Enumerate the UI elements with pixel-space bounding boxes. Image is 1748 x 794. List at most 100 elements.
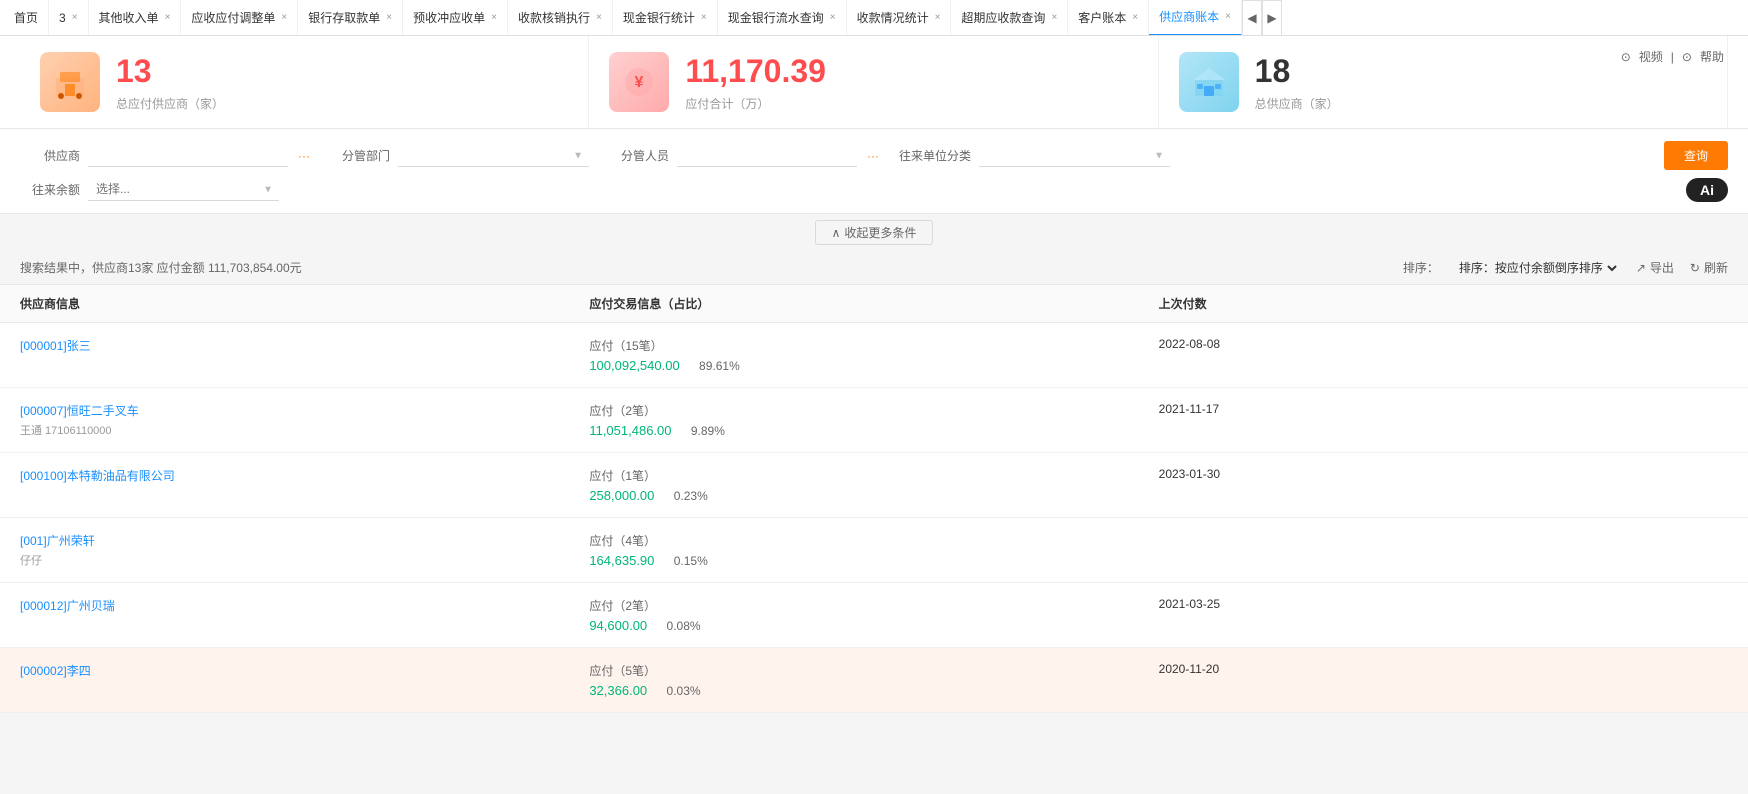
nav-label-other-income: 其他收入单	[99, 9, 159, 26]
divider: |	[1671, 50, 1674, 64]
nav-item-verify[interactable]: 收款核销执行 ×	[508, 0, 613, 36]
table-row[interactable]: [000007]恒旺二手叉车 王通 17106110000 应付（2笔） 11,…	[0, 388, 1748, 453]
nav-label-cash-flow: 现金银行流水查询	[728, 9, 824, 26]
close-icon-other-income[interactable]: ×	[165, 12, 171, 23]
close-icon-supplier-book[interactable]: ×	[1225, 11, 1231, 22]
nav-item-cash-flow[interactable]: 现金银行流水查询 ×	[718, 0, 847, 36]
percent-1: 9.89%	[691, 424, 725, 438]
category-select-wrap: ▼	[979, 144, 1170, 167]
help-label[interactable]: 帮助	[1700, 48, 1724, 65]
nav-prev-btn[interactable]: ◀	[1242, 0, 1262, 36]
dept-select-wrap: ▼	[398, 144, 589, 167]
nav-item-cash-stat[interactable]: 现金银行统计 ×	[613, 0, 718, 36]
close-icon-cash-flow[interactable]: ×	[830, 12, 836, 23]
results-bar: 搜索结果中，供应商13家 应付金额 111,703,854.00元 排序： 排序…	[0, 251, 1748, 285]
pay-label-4: 应付（2笔）	[589, 597, 1158, 614]
close-icon-verify[interactable]: ×	[596, 12, 602, 23]
collapse-button[interactable]: ∧ 收起更多条件	[815, 220, 934, 245]
supplier-link-2[interactable]: [000100]本特勒油品有限公司	[20, 469, 175, 483]
nav-item-bank[interactable]: 银行存取款单 ×	[298, 0, 403, 36]
percent-3: 0.15%	[674, 554, 708, 568]
table-row[interactable]: [000001]张三 应付（15笔） 100,092,540.00 89.61%…	[0, 323, 1748, 388]
col-header-lastpay: 上次付数	[1159, 295, 1728, 312]
search-button[interactable]: 查询	[1664, 141, 1728, 170]
supplier-link-4[interactable]: [000012]广州贝瑞	[20, 599, 115, 613]
payable-info-5: 应付（5笔） 32,366.00 0.03%	[589, 662, 1158, 698]
payable-info-4: 应付（2笔） 94,600.00 0.08%	[589, 597, 1158, 633]
results-info: 搜索结果中，供应商13家 应付金额 111,703,854.00元	[20, 259, 302, 276]
help-icon: ⊙	[1682, 50, 1692, 64]
nav-item-adjust[interactable]: 应收应付调整单 ×	[181, 0, 298, 36]
balance-input[interactable]	[88, 178, 279, 201]
stat-block-payable-total: ¥ 11,170.39 应付合计（万）	[589, 36, 1158, 128]
ai-button[interactable]: Ai	[1686, 178, 1728, 202]
supplier-link-1[interactable]: [000007]恒旺二手叉车	[20, 404, 139, 418]
video-label[interactable]: 视频	[1639, 48, 1663, 65]
table-wrap: 供应商信息 应付交易信息（占比） 上次付数 [000001]张三 应付（15笔）…	[0, 285, 1748, 713]
table-row[interactable]: [000100]本特勒油品有限公司 应付（1笔） 258,000.00 0.23…	[0, 453, 1748, 518]
nav-item-prepay[interactable]: 预收冲应收单 ×	[403, 0, 508, 36]
payable-info-0: 应付（15笔） 100,092,540.00 89.61%	[589, 337, 1158, 373]
close-icon-overdue[interactable]: ×	[1051, 12, 1057, 23]
stat-label-payable-suppliers: 总应付供应商（家）	[116, 95, 224, 112]
supplier-link-0[interactable]: [000001]张三	[20, 339, 91, 353]
supplier-info-5: [000002]李四	[20, 662, 589, 682]
percent-5: 0.03%	[667, 684, 701, 698]
stat-label-total-suppliers: 总供应商（家）	[1255, 95, 1339, 112]
close-icon-cash-stat[interactable]: ×	[701, 12, 707, 23]
filter-label-supplier: 供应商	[20, 147, 80, 164]
lastpay-1: 2021-11-17	[1159, 402, 1728, 416]
supplier-dots[interactable]: ···	[298, 149, 310, 163]
svg-text:¥: ¥	[635, 74, 644, 91]
table-row-highlighted[interactable]: [000002]李四 应付（5笔） 32,366.00 0.03% 2020-1…	[0, 648, 1748, 713]
table-row[interactable]: [000012]广州贝瑞 应付（2笔） 94,600.00 0.08% 2021…	[0, 583, 1748, 648]
close-icon-prepay[interactable]: ×	[491, 12, 497, 23]
supplier-input[interactable]	[88, 144, 288, 167]
payable-icon: ¥	[609, 52, 669, 112]
col-header-payable: 应付交易信息（占比）	[589, 295, 1158, 312]
supplier-link-3[interactable]: [001]广州荣轩	[20, 534, 95, 548]
supplier-info-1: [000007]恒旺二手叉车 王通 17106110000	[20, 402, 589, 438]
dept-input[interactable]	[398, 144, 589, 167]
table-header: 供应商信息 应付交易信息（占比） 上次付数	[0, 285, 1748, 323]
export-button[interactable]: ↗ 导出	[1636, 259, 1674, 276]
nav-item-collect-stat[interactable]: 收款情况统计 ×	[847, 0, 952, 36]
nav-next-btn[interactable]: ▶	[1262, 0, 1282, 36]
close-icon-collect-stat[interactable]: ×	[935, 12, 941, 23]
stat-info-payable-suppliers: 13 总应付供应商（家）	[116, 52, 224, 111]
filter-section: 供应商 ··· 分管部门 ▼ 分管人员 ··· 往来单位分类 ▼ 查询 往来	[0, 129, 1748, 214]
close-icon-adjust[interactable]: ×	[281, 12, 287, 23]
refresh-icon: ↻	[1690, 261, 1700, 275]
close-icon[interactable]: ×	[72, 12, 78, 23]
lastpay-4: 2021-03-25	[1159, 597, 1728, 611]
person-input[interactable]	[677, 144, 857, 167]
export-icon: ↗	[1636, 261, 1646, 275]
filter-label-person: 分管人员	[609, 147, 669, 164]
payable-info-2: 应付（1笔） 258,000.00 0.23%	[589, 467, 1158, 503]
category-input[interactable]	[979, 144, 1170, 167]
supplier-info-3: [001]广州荣轩 仔仔	[20, 532, 589, 568]
nav-item-overdue[interactable]: 超期应收款查询 ×	[951, 0, 1068, 36]
person-dots[interactable]: ···	[867, 149, 879, 163]
collapse-row: ∧ 收起更多条件	[0, 214, 1748, 251]
sort-select[interactable]: 排序：按应付余额倒序排序	[1455, 260, 1620, 276]
nav-item-supplier-book[interactable]: 供应商账本 ×	[1149, 0, 1242, 36]
lastpay-2: 2023-01-30	[1159, 467, 1728, 481]
amount-2: 258,000.00	[589, 488, 654, 503]
sort-label: 排序：	[1403, 259, 1439, 276]
nav-label-overdue: 超期应收款查询	[961, 9, 1045, 26]
filter-label-dept: 分管部门	[330, 147, 390, 164]
nav-label-adjust: 应收应付调整单	[191, 9, 275, 26]
nav-item-other-income[interactable]: 其他收入单 ×	[89, 0, 182, 36]
table-row[interactable]: [001]广州荣轩 仔仔 应付（4笔） 164,635.90 0.15%	[0, 518, 1748, 583]
nav-item-3[interactable]: 3 ×	[49, 0, 89, 36]
supplier-link-5[interactable]: [000002]李四	[20, 664, 91, 678]
refresh-button[interactable]: ↻ 刷新	[1690, 259, 1728, 276]
nav-item-customer-book[interactable]: 客户账本 ×	[1068, 0, 1149, 36]
nav-item-home[interactable]: 首页	[4, 0, 49, 36]
nav-bar: 首页 3 × 其他收入单 × 应收应付调整单 × 银行存取款单 × 预收冲应收单…	[0, 0, 1748, 36]
amount-1: 11,051,486.00	[589, 423, 671, 438]
close-icon-customer-book[interactable]: ×	[1132, 12, 1138, 23]
close-icon-bank[interactable]: ×	[386, 12, 392, 23]
percent-4: 0.08%	[667, 619, 701, 633]
